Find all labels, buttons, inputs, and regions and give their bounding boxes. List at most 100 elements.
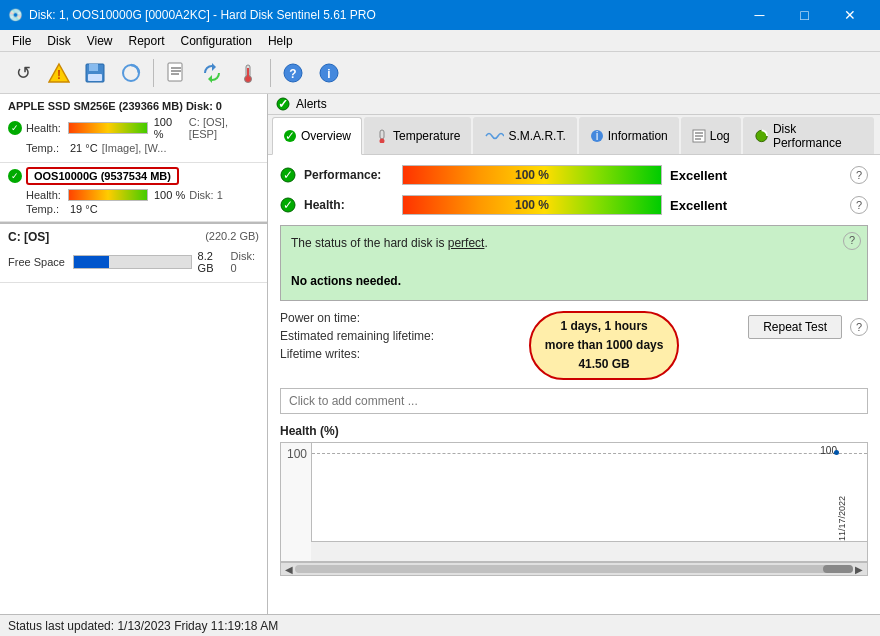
- drive-freespace-row: Free Space 8.2 GB Disk: 0: [8, 250, 259, 274]
- disk2-container: ✓ OOS10000G (9537534 MB) Health: 100 % D…: [0, 163, 267, 222]
- menu-disk[interactable]: Disk: [39, 32, 78, 50]
- status-bar: Status last updated: 1/13/2023 Friday 11…: [0, 614, 880, 636]
- svg-text:✓: ✓: [285, 129, 295, 143]
- status-text: Status last updated: 1/13/2023 Friday 11…: [8, 619, 278, 633]
- toolbar-report[interactable]: [159, 56, 193, 90]
- disk1-health-bar-fill: [69, 123, 147, 133]
- toolbar-sync[interactable]: [195, 56, 229, 90]
- disk1-title: APPLE SSD SM256E (239366 MB) Disk: 0: [8, 100, 259, 112]
- toolbar-save[interactable]: [78, 56, 112, 90]
- alerts-icon: ✓: [276, 97, 290, 111]
- chart-y-axis: 100: [281, 443, 311, 541]
- svg-text:!: !: [57, 68, 61, 82]
- disk1-health-extra: C: [OS], [ESP]: [189, 116, 259, 140]
- close-button[interactable]: ✕: [827, 0, 872, 30]
- tab-smart[interactable]: S.M.A.R.T.: [473, 117, 576, 154]
- chart-main-area: 100 11/17/2022: [311, 443, 867, 541]
- disk2-health-row: Health: 100 % Disk: 1: [8, 189, 259, 201]
- svg-rect-4: [88, 74, 102, 81]
- svg-text:✓: ✓: [283, 168, 293, 182]
- disk-performance-icon: [754, 129, 769, 143]
- disk1-temp-extra: [Image], [W...: [102, 142, 167, 154]
- minimize-button[interactable]: ─: [737, 0, 782, 30]
- tab-disk-performance[interactable]: Disk Performance: [743, 117, 874, 154]
- info-labels: Power on time: Estimated remaining lifet…: [280, 311, 460, 365]
- performance-help-button[interactable]: ?: [850, 166, 868, 184]
- scroll-track: [295, 565, 853, 573]
- lifetime-value: 41.50 GB: [545, 355, 664, 374]
- disk2-temp-value: 19 °C: [70, 203, 98, 215]
- menu-report[interactable]: Report: [120, 32, 172, 50]
- power-on-row: Power on time:: [280, 311, 460, 325]
- disk1-health-label: Health:: [26, 122, 64, 134]
- svg-rect-6: [168, 63, 182, 81]
- menu-file[interactable]: File: [4, 32, 39, 50]
- svg-marker-10: [212, 63, 216, 71]
- repeat-help-button[interactable]: ?: [850, 318, 868, 336]
- main-area: APPLE SSD SM256E (239366 MB) Disk: 0 ✓ H…: [0, 94, 880, 614]
- chart-scrollbar[interactable]: ◀ ▶: [280, 562, 868, 576]
- disk2-selected-label[interactable]: OOS10000G (9537534 MB): [26, 167, 179, 185]
- chart-data-dot: [834, 450, 839, 455]
- menu-bar: File Disk View Report Configuration Help: [0, 30, 880, 52]
- status-help-button[interactable]: ?: [843, 232, 861, 250]
- health-help-button[interactable]: ?: [850, 196, 868, 214]
- drive-freespace-bar-fill: [74, 256, 109, 268]
- menu-help[interactable]: Help: [260, 32, 301, 50]
- chart-dashed-line: [312, 453, 867, 454]
- disk2-health-value: 100 %: [154, 189, 185, 201]
- toolbar-info[interactable]: i: [312, 56, 346, 90]
- alerts-label: Alerts: [296, 97, 327, 111]
- repeat-test-button[interactable]: Repeat Test: [748, 315, 842, 339]
- scroll-right-button[interactable]: ▶: [853, 564, 865, 575]
- estimated-label: Estimated remaining lifetime:: [280, 329, 460, 343]
- svg-text:i: i: [595, 129, 598, 143]
- tab-bar: ✓ Overview Temperature S.M.A.R.T. i Info…: [268, 115, 880, 155]
- disk-item-apple-ssd[interactable]: APPLE SSD SM256E (239366 MB) Disk: 0 ✓ H…: [0, 94, 267, 163]
- disk1-temp-label: Temp.:: [26, 142, 64, 154]
- toolbar-separator-1: [153, 59, 154, 87]
- tab-log[interactable]: Log: [681, 117, 741, 154]
- toolbar-rescan[interactable]: [114, 56, 148, 90]
- health-row: ✓ Health: 100 % Excellent ?: [280, 195, 868, 215]
- content-area: ✓ Performance: 100 % Excellent ? ✓ Healt…: [268, 155, 880, 614]
- drive-section: C: [OS] (220.2 GB) Free Space 8.2 GB Dis…: [0, 222, 267, 283]
- overview-icon: ✓: [283, 129, 297, 143]
- tab-overview[interactable]: ✓ Overview: [272, 117, 362, 155]
- power-on-label: Power on time:: [280, 311, 460, 325]
- health-status: Excellent: [670, 198, 727, 213]
- svg-text:✓: ✓: [278, 97, 288, 111]
- svg-text:i: i: [327, 67, 330, 81]
- disk1-health-icon: ✓: [8, 121, 22, 135]
- drive-subtitle: (220.2 GB): [205, 230, 259, 244]
- disk1-health-bar: [68, 122, 148, 134]
- window-controls: ─ □ ✕: [737, 0, 872, 30]
- menu-view[interactable]: View: [79, 32, 121, 50]
- performance-row: ✓ Performance: 100 % Excellent ?: [280, 165, 868, 185]
- toolbar-question[interactable]: ?: [276, 56, 310, 90]
- right-panel: ✓ Alerts ✓ Overview Temperature S.M.A.R.…: [268, 94, 880, 614]
- tab-temperature[interactable]: Temperature: [364, 117, 471, 154]
- estimated-value: more than 1000 days: [545, 336, 664, 355]
- toolbar-separator-2: [270, 59, 271, 87]
- disk1-temp-value: 21 °C: [70, 142, 98, 154]
- tab-information[interactable]: i Information: [579, 117, 679, 154]
- svg-text:✓: ✓: [283, 198, 293, 212]
- scroll-left-button[interactable]: ◀: [283, 564, 295, 575]
- menu-configuration[interactable]: Configuration: [173, 32, 260, 50]
- toolbar-temperature[interactable]: [231, 56, 265, 90]
- maximize-button[interactable]: □: [782, 0, 827, 30]
- svg-point-24: [380, 139, 385, 144]
- toolbar-alert[interactable]: !: [42, 56, 76, 90]
- disk2-temp-label: Temp.:: [26, 203, 64, 215]
- disk1-health-value: 100 %: [154, 116, 185, 140]
- disk2-health-bar-fill: [69, 190, 147, 200]
- annotation-area: 1 days, 1 hours more than 1000 days 41.5…: [529, 311, 680, 381]
- comment-input[interactable]: [280, 388, 868, 414]
- svg-text:?: ?: [289, 67, 296, 81]
- scroll-thumb[interactable]: [823, 565, 853, 573]
- drive-freespace-extra: Disk: 0: [231, 250, 259, 274]
- performance-label: Performance:: [304, 168, 394, 182]
- toolbar-refresh[interactable]: ↺: [6, 56, 40, 90]
- chart-date-label: 11/17/2022: [837, 496, 847, 541]
